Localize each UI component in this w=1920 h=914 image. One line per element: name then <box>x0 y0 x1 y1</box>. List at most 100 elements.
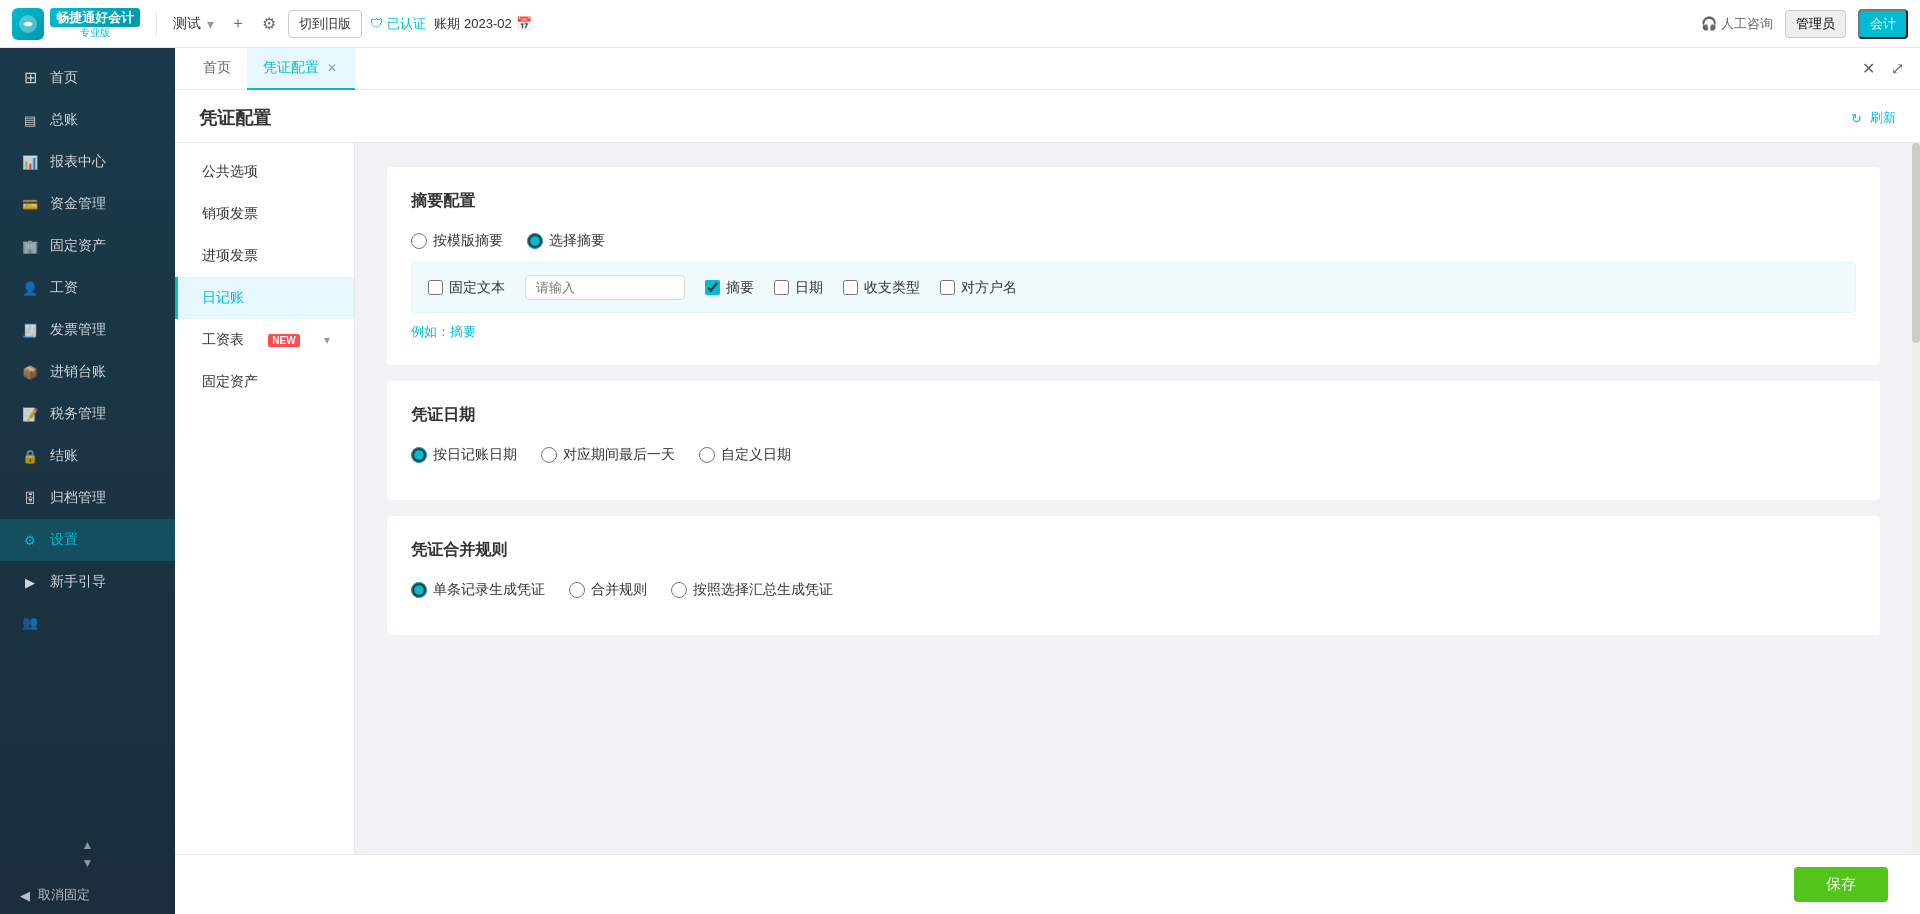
scroll-up-btn[interactable]: ▲ <box>74 836 102 854</box>
single-radio[interactable] <box>411 582 427 598</box>
page-header: 凭证配置 ↻ 刷新 <box>175 90 1920 143</box>
summary-checkbox[interactable] <box>705 280 720 295</box>
main-layout: ⊞ 首页 ▤ 总账 📊 报表中心 💳 资金管理 🏢 固定资产 👤 工资 <box>0 48 1920 914</box>
left-nav-fixed-assets[interactable]: 固定资产 <box>175 361 354 403</box>
user-button[interactable]: 管理员 <box>1785 10 1846 38</box>
summary-checkbox-row: 固定文本 摘要 日期 <box>411 262 1856 313</box>
left-nav-payroll[interactable]: 工资表 NEW ▾ <box>175 319 354 361</box>
company-logo[interactable]: 畅捷通好会计 专业版 <box>12 8 140 40</box>
sidebar-item-home[interactable]: ⊞ 首页 <box>0 56 175 99</box>
period-display: 账期 2023-02 📅 <box>434 15 532 33</box>
left-nav-public[interactable]: 公共选项 <box>175 151 354 193</box>
refresh-button[interactable]: ↻ 刷新 <box>1851 109 1896 127</box>
sidebar-item-settings[interactable]: ⚙ 设置 <box>0 519 175 561</box>
select-summary-radio[interactable] <box>527 233 543 249</box>
template-summary-option[interactable]: 按模版摘要 <box>411 232 503 250</box>
date-section: 凭证日期 按日记账日期 对应期间最后一天 <box>387 381 1880 500</box>
tab-voucher-label: 凭证配置 <box>263 59 319 77</box>
refresh-label: 刷新 <box>1870 109 1896 127</box>
sidebar: ⊞ 首页 ▤ 总账 📊 报表中心 💳 资金管理 🏢 固定资产 👤 工资 <box>0 48 175 914</box>
pin-label: 取消固定 <box>38 886 90 904</box>
sidebar-item-tax[interactable]: 📝 税务管理 <box>0 393 175 435</box>
sidebar-item-sales-purchase[interactable]: 📦 进销台账 <box>0 351 175 393</box>
sidebar-item-guide[interactable]: ▶ 新手引导 <box>0 561 175 603</box>
settings-button[interactable]: ⚙ <box>258 10 280 37</box>
sidebar-item-invoice[interactable]: 🧾 发票管理 <box>0 309 175 351</box>
sidebar-label-tax: 税务管理 <box>50 405 106 423</box>
last-day-radio[interactable] <box>541 447 557 463</box>
summary-section: 摘要配置 按模版摘要 选择摘要 <box>387 167 1880 365</box>
sidebar-item-fixed-assets[interactable]: 🏢 固定资产 <box>0 225 175 267</box>
tab-close-icon[interactable]: ✕ <box>325 59 339 77</box>
save-button[interactable]: 保存 <box>1794 867 1888 902</box>
summary-checkbox-item[interactable]: 摘要 <box>705 279 754 297</box>
fixed-text-checkbox-item[interactable]: 固定文本 <box>428 279 505 297</box>
ledger-icon: ▤ <box>20 113 40 128</box>
merge-rule-radio[interactable] <box>569 582 585 598</box>
merge-rule-option[interactable]: 合并规则 <box>569 581 647 599</box>
tab-voucher-config[interactable]: 凭证配置 ✕ <box>247 48 355 90</box>
workspace-selector[interactable]: 测试 ▾ <box>173 15 214 33</box>
inner-layout: 公共选项 销项发票 进项发票 日记账 工资表 NEW ▾ 固定资产 摘要配置 <box>175 143 1920 854</box>
date-checkbox[interactable] <box>774 280 789 295</box>
right-content: 摘要配置 按模版摘要 选择摘要 <box>355 143 1912 854</box>
left-nav-purchase[interactable]: 进项发票 <box>175 235 354 277</box>
settings-icon: ⚙ <box>20 533 40 548</box>
select-merge-radio[interactable] <box>671 582 687 598</box>
sidebar-item-payroll[interactable]: 👤 工资 <box>0 267 175 309</box>
counterparty-checkbox[interactable] <box>940 280 955 295</box>
diary-date-radio[interactable] <box>411 447 427 463</box>
sidebar-label-closing: 结账 <box>50 447 78 465</box>
sidebar-item-extra[interactable]: 👥 <box>0 603 175 642</box>
pin-button[interactable]: ◀ 取消固定 <box>0 876 175 914</box>
scrollbar-track[interactable] <box>1912 143 1920 854</box>
merge-title: 凭证合并规则 <box>411 540 1856 561</box>
close-panel-button[interactable]: ✕ <box>1858 55 1879 82</box>
select-summary-option[interactable]: 选择摘要 <box>527 232 605 250</box>
sidebar-label-ledger: 总账 <box>50 111 78 129</box>
help-button[interactable]: 🎧 人工咨询 <box>1701 15 1773 33</box>
sidebar-item-archive[interactable]: 🗄 归档管理 <box>0 477 175 519</box>
role-button[interactable]: 会计 <box>1858 9 1908 39</box>
custom-date-option[interactable]: 自定义日期 <box>699 446 791 464</box>
income-type-checkbox-item[interactable]: 收支类型 <box>843 279 920 297</box>
summary-radio-group: 按模版摘要 选择摘要 <box>411 232 1856 250</box>
topbar-right: 🎧 人工咨询 管理员 会计 <box>1701 9 1908 39</box>
fixed-text-checkbox[interactable] <box>428 280 443 295</box>
income-type-checkbox[interactable] <box>843 280 858 295</box>
payroll-expand-icon[interactable]: ▾ <box>324 333 330 347</box>
pin-icon: ◀ <box>20 888 30 903</box>
custom-date-radio[interactable] <box>699 447 715 463</box>
template-summary-radio[interactable] <box>411 233 427 249</box>
sidebar-label-guide: 新手引导 <box>50 573 106 591</box>
save-bar: 保存 <box>175 854 1920 914</box>
scrollbar-thumb[interactable] <box>1912 143 1920 343</box>
tab-home[interactable]: 首页 <box>187 48 247 90</box>
sidebar-item-finance[interactable]: 💳 资金管理 <box>0 183 175 225</box>
select-merge-label: 按照选择汇总生成凭证 <box>693 581 833 599</box>
sidebar-item-reports[interactable]: 📊 报表中心 <box>0 141 175 183</box>
add-button[interactable]: ＋ <box>226 9 250 38</box>
scroll-down-btn[interactable]: ▼ <box>74 854 102 872</box>
summary-checkbox-label: 摘要 <box>726 279 754 297</box>
last-day-option[interactable]: 对应期间最后一天 <box>541 446 675 464</box>
diary-date-option[interactable]: 按日记账日期 <box>411 446 517 464</box>
counterparty-checkbox-item[interactable]: 对方户名 <box>940 279 1017 297</box>
switch-version-button[interactable]: 切到旧版 <box>288 10 362 38</box>
reports-icon: 📊 <box>20 155 40 170</box>
select-merge-option[interactable]: 按照选择汇总生成凭证 <box>671 581 833 599</box>
sidebar-label-invoice: 发票管理 <box>50 321 106 339</box>
tax-icon: 📝 <box>20 407 40 422</box>
date-checkbox-item[interactable]: 日期 <box>774 279 823 297</box>
single-option[interactable]: 单条记录生成凭证 <box>411 581 545 599</box>
left-nav-sales[interactable]: 销项发票 <box>175 193 354 235</box>
left-nav-diary[interactable]: 日记账 <box>175 277 354 319</box>
sidebar-item-closing[interactable]: 🔒 结账 <box>0 435 175 477</box>
sidebar-item-ledger[interactable]: ▤ 总账 <box>0 99 175 141</box>
fixed-text-input[interactable] <box>525 275 685 300</box>
expand-button[interactable]: ⤢ <box>1887 55 1908 82</box>
fixed-text-label: 固定文本 <box>449 279 505 297</box>
merge-radio-group: 单条记录生成凭证 合并规则 按照选择汇总生成凭证 <box>411 581 1856 599</box>
payroll-nav-label: 工资表 <box>202 331 244 349</box>
page-title: 凭证配置 <box>199 106 271 130</box>
